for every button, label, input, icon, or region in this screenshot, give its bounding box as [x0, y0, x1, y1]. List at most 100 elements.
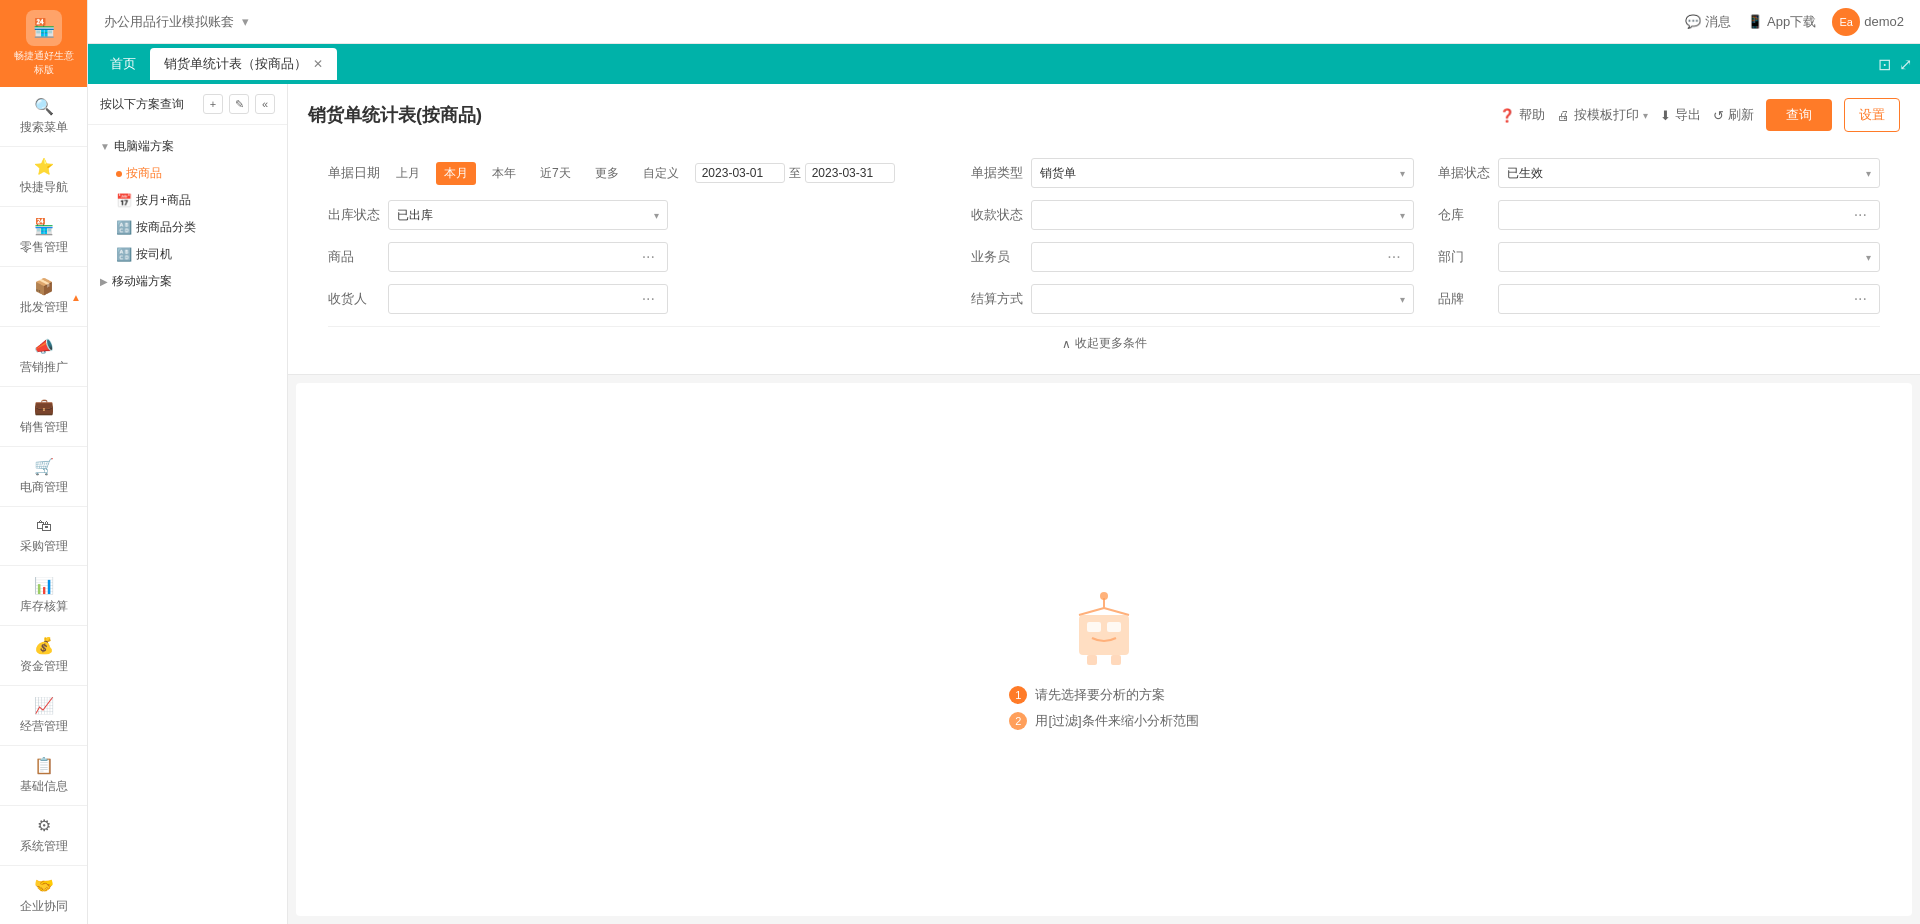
- filter-consignee: 收货人 ···: [328, 284, 947, 314]
- svg-rect-7: [1087, 655, 1097, 665]
- page-title-row: 销货单统计表(按商品) ❓ 帮助 🖨 按模板打印 ▾ ⬇: [308, 98, 1900, 132]
- logo-subtitle: 标版: [34, 63, 54, 77]
- user-label: demo2: [1864, 14, 1904, 29]
- wholesale-icon: 📦: [34, 277, 54, 296]
- sidebar-item-marketing-label: 营销推广: [20, 359, 68, 376]
- doc-status-select[interactable]: 已生效 ▾: [1498, 158, 1880, 188]
- export-icon: ⬇: [1660, 108, 1671, 123]
- collapse-filters-button[interactable]: ∧ 收起更多条件: [328, 326, 1880, 360]
- dept-select[interactable]: ▾: [1498, 242, 1880, 272]
- product-dots-icon[interactable]: ···: [638, 248, 659, 266]
- print-button[interactable]: 🖨 按模板打印 ▾: [1557, 106, 1648, 124]
- receipt-status-select[interactable]: ▾: [1031, 200, 1413, 230]
- tab-bar-right: ⊡ ⤢: [1878, 55, 1912, 74]
- ops-icon: 📈: [34, 696, 54, 715]
- sidebar-item-basic-label: 基础信息: [20, 778, 68, 795]
- corp-icon: 🤝: [34, 876, 54, 895]
- date-picker: 上月 本月 本年 近7天 更多 自定义 至: [388, 162, 947, 185]
- tree-item-by-month-product[interactable]: 📅 按月+商品: [88, 187, 287, 214]
- date-btn-more[interactable]: 更多: [587, 162, 627, 185]
- filter-doc-status: 单据状态 已生效 ▾: [1438, 158, 1880, 188]
- quick-nav-icon: ⭐: [34, 157, 54, 176]
- tip-1-text: 请先选择要分析的方案: [1035, 686, 1165, 704]
- date-range-sep: 至: [789, 165, 801, 182]
- sidebar-item-quick-nav[interactable]: ⭐ 快捷导航: [0, 147, 87, 207]
- message-button[interactable]: 💬 消息: [1685, 13, 1731, 31]
- sidebar-item-finance[interactable]: 💰 资金管理: [0, 626, 87, 686]
- doc-type-label: 单据类型: [971, 164, 1031, 182]
- tab-minimize-icon[interactable]: ⊡: [1878, 55, 1891, 74]
- tab-report[interactable]: 销货单统计表（按商品） ✕: [150, 48, 337, 80]
- sidebar-item-retail[interactable]: 🏪 零售管理: [0, 207, 87, 267]
- doc-type-dropdown-icon: ▾: [1400, 168, 1405, 179]
- export-button[interactable]: ⬇ 导出: [1660, 106, 1701, 124]
- date-btn-this-month[interactable]: 本月: [436, 162, 476, 185]
- date-btn-custom[interactable]: 自定义: [635, 162, 687, 185]
- sidebar-item-finance-label: 资金管理: [20, 658, 68, 675]
- collapse-panel-button[interactable]: «: [255, 94, 275, 114]
- query-button[interactable]: 查询: [1766, 99, 1832, 131]
- sidebar-item-corp[interactable]: 🤝 企业协同: [0, 866, 87, 924]
- tree-desktop-section[interactable]: ▼ 电脑端方案: [88, 133, 287, 160]
- sidebar-item-purchase[interactable]: 🛍 采购管理: [0, 507, 87, 566]
- settings-button[interactable]: 设置: [1844, 98, 1900, 132]
- date-btn-last-month[interactable]: 上月: [388, 162, 428, 185]
- tab-home[interactable]: 首页: [96, 48, 150, 80]
- print-icon: 🖨: [1557, 108, 1570, 123]
- sidebar-item-ecommerce[interactable]: 🛒 电商管理: [0, 447, 87, 507]
- sidebar-item-basic[interactable]: 📋 基础信息: [0, 746, 87, 806]
- tree-item-by-category[interactable]: 🔠 按商品分类: [88, 214, 287, 241]
- tab-close-icon[interactable]: ✕: [313, 57, 323, 71]
- logo-title: 畅捷通好生意: [14, 49, 74, 63]
- tree-item-by-cashier-label: 按司机: [136, 246, 172, 263]
- svg-rect-4: [1107, 622, 1121, 632]
- sidebar-item-ops[interactable]: 📈 经营管理: [0, 686, 87, 746]
- sidebar-item-search[interactable]: 🔍 搜索菜单: [0, 87, 87, 147]
- breadcrumb-dropdown-icon[interactable]: ▾: [242, 14, 249, 29]
- sidebar-item-sales[interactable]: 💼 销售管理: [0, 387, 87, 447]
- search-icon: 🔍: [34, 97, 54, 116]
- warehouse-dots-icon[interactable]: ···: [1850, 206, 1871, 224]
- tree-item-by-cashier[interactable]: 🔠 按司机: [88, 241, 287, 268]
- sidebar-item-marketing[interactable]: 📣 营销推广: [0, 327, 87, 387]
- tree-mobile-section[interactable]: ▶ 移动端方案: [88, 268, 287, 295]
- out-status-select[interactable]: 已出库 ▾: [388, 200, 668, 230]
- tree-section: ▼ 电脑端方案 按商品 📅 按月+商品 🔠 按商品分类 🔠 按司机: [88, 125, 287, 303]
- doc-type-select[interactable]: 销货单 ▾: [1031, 158, 1413, 188]
- svg-rect-3: [1087, 622, 1101, 632]
- salesperson-dots-icon[interactable]: ···: [1383, 248, 1404, 266]
- tree-item-by-category-label: 按商品分类: [136, 219, 196, 236]
- sales-icon: 💼: [34, 397, 54, 416]
- consignee-dots-icon[interactable]: ···: [638, 290, 659, 308]
- sidebar-item-inventory[interactable]: 📊 库存核算: [0, 566, 87, 626]
- page-header: 销货单统计表(按商品) ❓ 帮助 🖨 按模板打印 ▾ ⬇: [288, 84, 1920, 375]
- filter-dept: 部门 ▾: [1438, 242, 1880, 272]
- brand-dots-icon[interactable]: ···: [1850, 290, 1871, 308]
- product-label: 商品: [328, 248, 388, 266]
- filter-row-4: 收货人 ··· 结算方式 ▾: [328, 284, 1880, 314]
- tab-maximize-icon[interactable]: ⤢: [1899, 55, 1912, 74]
- add-scheme-button[interactable]: +: [203, 94, 223, 114]
- date-start-input[interactable]: [695, 163, 785, 183]
- date-end-input[interactable]: [805, 163, 895, 183]
- user-profile[interactable]: Ea demo2: [1832, 8, 1904, 36]
- refresh-button[interactable]: ↺ 刷新: [1713, 106, 1754, 124]
- app-download-button[interactable]: 📱 App下载: [1747, 13, 1816, 31]
- app-logo: 🏪 畅捷通好生意 标版: [0, 0, 87, 87]
- sidebar-item-system[interactable]: ⚙ 系统管理: [0, 806, 87, 866]
- doc-status-dropdown-icon: ▾: [1866, 168, 1871, 179]
- sidebar-item-wholesale[interactable]: 📦 批发管理 ▲: [0, 267, 87, 327]
- dept-dropdown-icon: ▾: [1866, 252, 1871, 263]
- help-button[interactable]: ❓ 帮助: [1499, 106, 1545, 124]
- warehouse-label: 仓库: [1438, 206, 1498, 224]
- tip-2-text: 用[过滤]条件来缩小分析范围: [1035, 712, 1198, 730]
- edit-scheme-button[interactable]: ✎: [229, 94, 249, 114]
- payment-select[interactable]: ▾: [1031, 284, 1413, 314]
- date-btn-7days[interactable]: 近7天: [532, 162, 579, 185]
- collapse-label: 收起更多条件: [1075, 335, 1147, 352]
- sidebar: 🏪 畅捷通好生意 标版 🔍 搜索菜单 ⭐ 快捷导航 🏪 零售管理 📦 批发管理 …: [0, 0, 88, 924]
- out-status-value: 已出库: [397, 207, 433, 224]
- tree-item-by-product[interactable]: 按商品: [88, 160, 287, 187]
- date-btn-this-year[interactable]: 本年: [484, 162, 524, 185]
- date-range: 至: [695, 163, 895, 183]
